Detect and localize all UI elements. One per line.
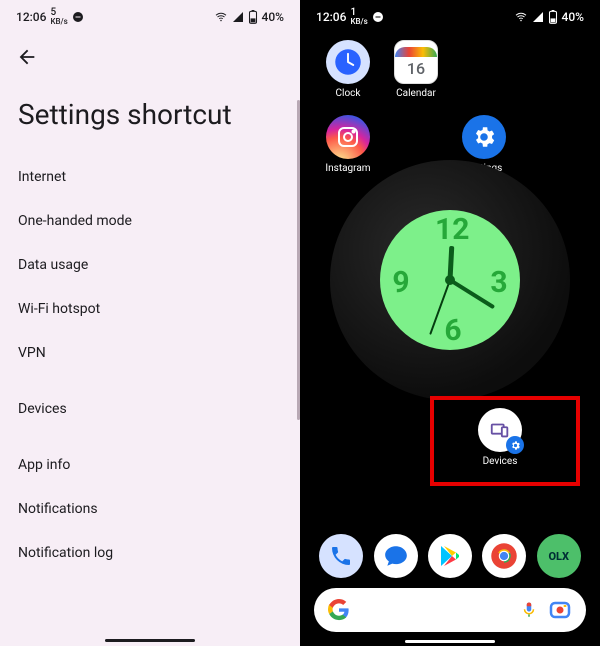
do-not-disturb-icon xyxy=(372,11,384,23)
settings-icon xyxy=(462,115,506,159)
status-bar: 12:06 5KB/s 40% xyxy=(0,0,300,30)
dock-messages[interactable] xyxy=(374,534,418,578)
shortcut-app-info[interactable]: App info xyxy=(0,443,300,487)
shortcut-internet[interactable]: Internet xyxy=(0,155,300,199)
devices-shortcut-icon xyxy=(478,408,522,452)
status-battery: 40% xyxy=(262,10,284,24)
wifi-icon xyxy=(514,11,528,23)
lens-icon[interactable] xyxy=(548,598,572,622)
battery-icon xyxy=(548,10,558,24)
signal-icon xyxy=(532,11,544,23)
mic-icon[interactable] xyxy=(520,599,538,621)
do-not-disturb-icon xyxy=(72,11,84,23)
shortcut-wifi-hotspot[interactable]: Wi-Fi hotspot xyxy=(0,287,300,331)
app-clock[interactable]: Clock xyxy=(314,40,382,99)
status-bar: 12:06 1KB/s 40% xyxy=(300,0,600,30)
nav-handle[interactable] xyxy=(405,640,495,643)
status-speed: 1KB/s xyxy=(350,8,367,26)
instagram-icon xyxy=(326,115,370,159)
dock-olx[interactable]: OLX xyxy=(537,534,581,578)
page-title: Settings shortcut xyxy=(0,68,300,155)
app-label: Clock xyxy=(336,88,361,99)
shortcut-vpn[interactable]: VPN xyxy=(0,331,300,375)
shortcut-data-usage[interactable]: Data usage xyxy=(0,243,300,287)
dock-chrome[interactable] xyxy=(482,534,526,578)
wifi-icon xyxy=(214,11,228,23)
dock-play-store[interactable] xyxy=(428,534,472,578)
nav-handle[interactable] xyxy=(105,639,195,642)
shortcut-notification-log[interactable]: Notification log xyxy=(0,531,300,575)
status-time: 12:06 xyxy=(16,10,46,24)
back-button[interactable] xyxy=(0,30,300,68)
app-label: Calendar xyxy=(396,88,436,99)
app-label: Devices xyxy=(483,456,518,467)
status-speed: 5KB/s xyxy=(50,8,67,26)
settings-shortcut-screen: 12:06 5KB/s 40% Settings shortcut Intern… xyxy=(0,0,300,646)
shortcut-devices[interactable]: Devices xyxy=(0,387,300,431)
clock-widget[interactable]: 12 3 6 9 xyxy=(340,170,560,390)
analog-clock-face: 12 3 6 9 xyxy=(380,210,520,350)
shortcut-one-handed-mode[interactable]: One-handed mode xyxy=(0,199,300,243)
dock: OLX xyxy=(300,534,600,578)
shortcut-devices-home[interactable]: Devices xyxy=(478,408,522,467)
dock-phone[interactable] xyxy=(319,534,363,578)
app-calendar[interactable]: 16 Calendar xyxy=(382,40,450,99)
battery-icon xyxy=(248,10,258,24)
settings-badge-icon xyxy=(506,436,524,454)
shortcut-notifications[interactable]: Notifications xyxy=(0,487,300,531)
app-instagram[interactable]: Instagram xyxy=(314,115,382,174)
signal-icon xyxy=(232,11,244,23)
search-bar[interactable] xyxy=(314,588,586,632)
home-screen: 12:06 1KB/s 40% Clock 16 xyxy=(300,0,600,646)
arrow-back-icon xyxy=(16,46,38,68)
calendar-icon: 16 xyxy=(394,40,438,84)
status-time: 12:06 xyxy=(316,10,346,24)
google-g-icon xyxy=(328,599,350,621)
status-battery: 40% xyxy=(562,10,584,24)
clock-icon xyxy=(326,40,370,84)
